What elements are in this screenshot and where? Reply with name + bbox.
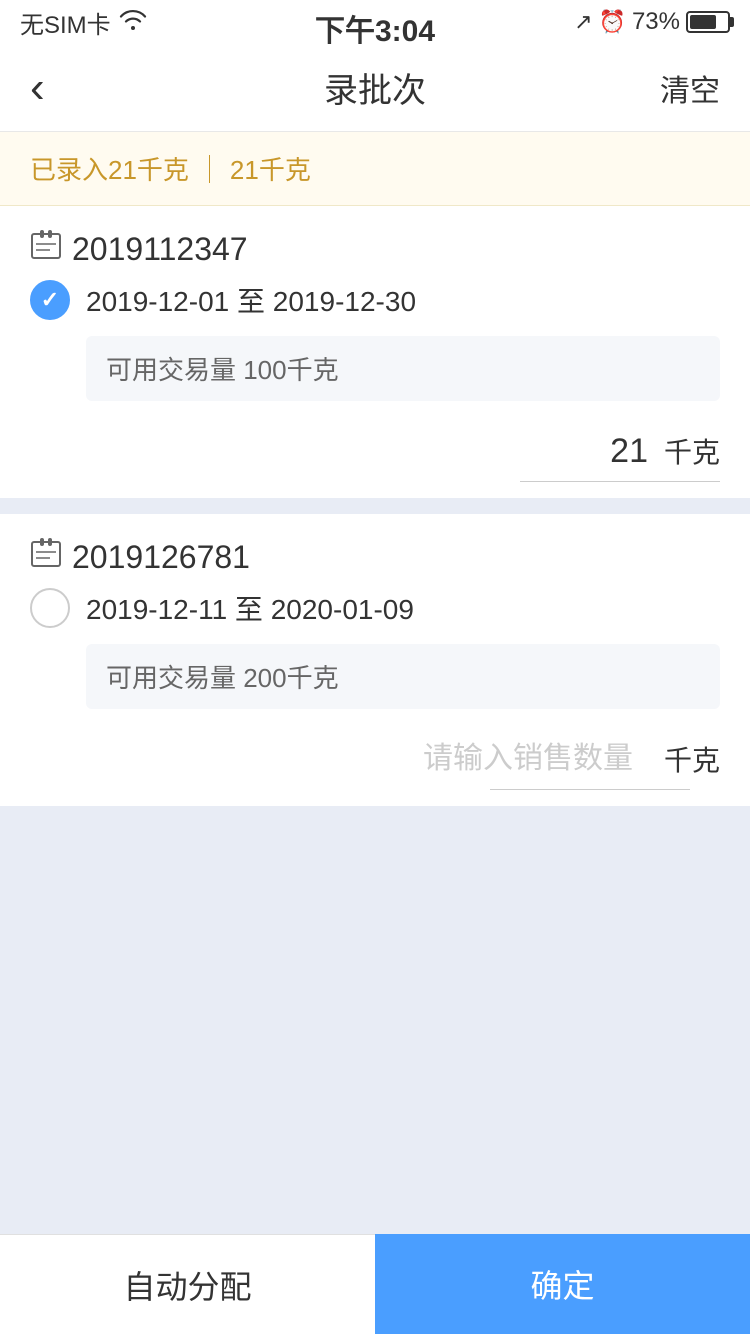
batch1-date-row[interactable]: 2019-12-01 至 2019-12-30 <box>30 280 720 320</box>
batch2-header: 2019126781 <box>30 538 720 576</box>
clear-button[interactable]: 清空 <box>660 66 720 110</box>
batch2-id: 2019126781 <box>72 539 250 576</box>
carrier-label: 无SIM卡 <box>20 5 111 40</box>
recorded-value: 21千克 <box>230 150 311 187</box>
back-button[interactable]: ‹ <box>30 63 90 113</box>
batch1-header: 2019112347 <box>30 230 720 268</box>
nav-bar: ‹ 录批次 清空 <box>0 44 750 132</box>
batch-item-2: 2019126781 2019-12-11 至 2020-01-09 可用交易量… <box>0 514 750 729</box>
input-container: 千克 <box>0 729 750 806</box>
battery-icon <box>686 11 730 33</box>
alarm-icon: ⏰ <box>599 9 626 35</box>
batch1-id: 2019112347 <box>72 231 248 268</box>
nav-title: 录批次 <box>324 63 426 112</box>
batch-item-1: 2019112347 2019-12-01 至 2019-12-30 可用交易量… <box>0 206 750 421</box>
batch2-radio[interactable] <box>30 588 70 628</box>
status-bar: 无SIM卡 下午3:04 ↗ ⏰ 73% <box>0 0 750 44</box>
batch1-date: 2019-12-01 至 2019-12-30 <box>86 280 416 320</box>
status-left: 无SIM卡 <box>20 5 147 40</box>
bottom-area <box>0 806 750 1266</box>
quantity-value: 21 <box>610 432 648 471</box>
quantity-container: 21 千克 <box>0 421 750 498</box>
input-unit: 千克 <box>664 739 720 779</box>
info-banner: 已录入21千克 21千克 <box>0 132 750 206</box>
info-divider <box>209 155 210 183</box>
batch2-date-row[interactable]: 2019-12-11 至 2020-01-09 <box>30 588 720 628</box>
batch1-radio[interactable] <box>30 280 70 320</box>
batch1-available: 可用交易量 100千克 <box>86 336 720 401</box>
battery-percent: 73% <box>632 8 680 36</box>
confirm-button[interactable]: 确定 <box>375 1234 750 1334</box>
batch2-date: 2019-12-11 至 2020-01-09 <box>86 588 414 628</box>
batch1-icon <box>30 230 62 268</box>
status-right: ↗ ⏰ 73% <box>574 8 730 36</box>
batch2-icon <box>30 538 62 576</box>
location-icon: ↗ <box>574 9 592 35</box>
auto-distribute-button[interactable]: 自动分配 <box>0 1234 375 1334</box>
bottom-buttons: 自动分配 确定 <box>0 1234 750 1334</box>
recorded-label: 已录入21千克 <box>30 150 189 187</box>
quantity-unit: 千克 <box>664 431 720 471</box>
quantity-input[interactable] <box>348 742 648 776</box>
wifi-icon <box>119 8 147 37</box>
batch2-available: 可用交易量 200千克 <box>86 644 720 709</box>
batch-separator <box>0 498 750 514</box>
